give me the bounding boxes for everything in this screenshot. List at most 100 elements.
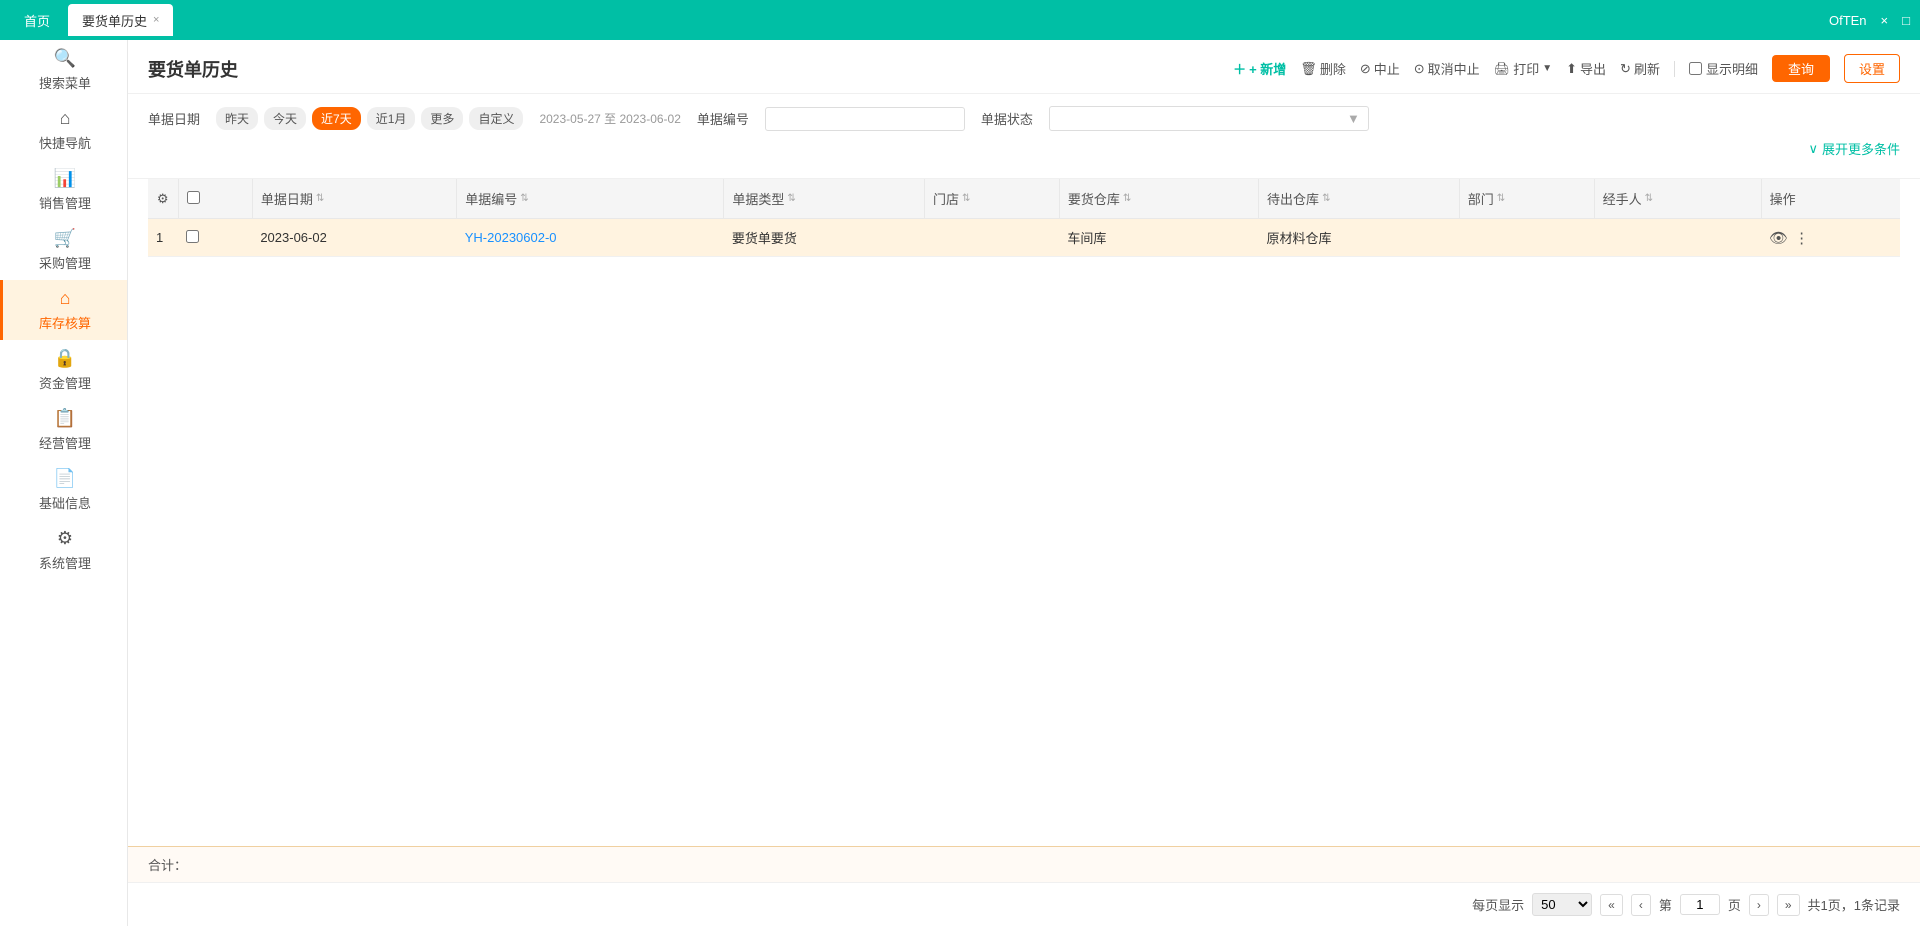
content-area: 要货单历史 ＋ + 新增 🗑 删除 ⊘ 中止 ⊙ 取消中止: [128, 40, 1920, 926]
cancel-stop-icon: ⊙: [1414, 61, 1425, 77]
row-edit-icon[interactable]: 👁: [1769, 229, 1788, 247]
per-page-select[interactable]: 50 100 200: [1532, 893, 1592, 916]
page-label-end: 页: [1728, 895, 1741, 914]
pagination-info: 共1页，1条记录: [1808, 895, 1900, 914]
first-page-btn[interactable]: «: [1600, 894, 1623, 916]
refresh-button[interactable]: ↻ 刷新: [1620, 59, 1660, 78]
add-button[interactable]: ＋ + 新增: [1233, 59, 1286, 78]
date-btn-more[interactable]: 更多: [421, 107, 463, 130]
sidebar: 🔍 搜索菜单 ⌂ 快捷导航 📊 销售管理 🛒 采购管理 ⌂ 库存核算 🔒 资金管…: [0, 40, 128, 926]
date-btn-today[interactable]: 今天: [264, 107, 306, 130]
th-actions: 操作: [1761, 179, 1900, 219]
sidebar-item-basic-info[interactable]: 📄 基础信息: [0, 460, 127, 520]
main-layout: 🔍 搜索菜单 ⌂ 快捷导航 📊 销售管理 🛒 采购管理 ⌂ 库存核算 🔒 资金管…: [0, 40, 1920, 926]
select-all-checkbox[interactable]: [187, 191, 200, 204]
settings-button[interactable]: 设置: [1844, 54, 1900, 83]
sidebar-item-search-menu[interactable]: 🔍 搜索菜单: [0, 40, 127, 100]
bill-no-input[interactable]: [765, 107, 965, 131]
date-btn-1month[interactable]: 近1月: [367, 107, 416, 130]
td-dept: [1459, 219, 1594, 257]
th-bill-type[interactable]: 单据类型⇅: [724, 179, 925, 219]
sidebar-item-finance-mgmt[interactable]: 🔒 资金管理: [0, 340, 127, 400]
td-actions: 👁 ⋮: [1761, 219, 1900, 257]
filter-bar: 单据日期 昨天 今天 近7天 近1月 更多 自定义 2023-05-27 至 2…: [128, 94, 1920, 179]
sidebar-item-sales-mgmt[interactable]: 📊 销售管理: [0, 160, 127, 220]
sidebar-item-inventory-calc[interactable]: ⌂ 库存核算: [0, 280, 127, 340]
export-button[interactable]: ⬆ 导出: [1566, 59, 1606, 78]
date-filter-btns: 昨天 今天 近7天 近1月 更多 自定义: [216, 107, 523, 130]
toolbar-separator: [1674, 61, 1675, 77]
sidebar-item-ops-mgmt[interactable]: 📋 经营管理: [0, 400, 127, 460]
th-settings[interactable]: ⚙: [148, 179, 178, 219]
show-detail-checkbox[interactable]: [1689, 62, 1702, 75]
sidebar-item-quick-nav[interactable]: ⌂ 快捷导航: [0, 100, 127, 160]
sidebar-item-label-quick-nav: 快捷导航: [39, 133, 91, 152]
expand-more-btn[interactable]: ∨ 展开更多条件: [1808, 139, 1900, 158]
th-date[interactable]: 单据日期⇅: [252, 179, 456, 219]
expand-more-icon: ∨: [1808, 141, 1818, 157]
td-req-warehouse: 车间库: [1059, 219, 1258, 257]
bill-no-label: 单据编号: [697, 109, 749, 128]
window-minimize-icon[interactable]: □: [1902, 13, 1910, 28]
date-btn-7days[interactable]: 近7天: [312, 107, 361, 130]
refresh-icon: ↻: [1620, 61, 1631, 77]
cancel-stop-button[interactable]: ⊙ 取消中止: [1414, 59, 1480, 78]
td-checkbox[interactable]: [178, 219, 252, 257]
print-button[interactable]: 🖨 打印 ▼: [1494, 59, 1552, 78]
date-btn-yesterday[interactable]: 昨天: [216, 107, 258, 130]
td-date: 2023-06-02: [252, 219, 456, 257]
delete-button[interactable]: 🗑 删除: [1300, 59, 1346, 78]
ops-mgmt-icon: 📋: [54, 408, 76, 429]
show-detail-checkbox-wrapper[interactable]: 显示明细: [1689, 59, 1758, 78]
th-dept[interactable]: 部门⇅: [1459, 179, 1594, 219]
quick-nav-icon: ⌂: [60, 108, 71, 129]
sidebar-item-label-finance-mgmt: 资金管理: [39, 373, 91, 392]
page-label: 第: [1659, 895, 1672, 914]
delete-icon: 🗑: [1300, 61, 1317, 77]
top-bar-right: OfTEn × □: [1829, 13, 1910, 28]
status-select-wrapper[interactable]: ▼: [1049, 106, 1369, 131]
home-tab[interactable]: 首页: [10, 4, 64, 36]
td-bill-type: 要货单要货: [724, 219, 925, 257]
stop-button[interactable]: ⊘ 中止: [1360, 59, 1400, 78]
sidebar-item-system-mgmt[interactable]: ⚙ 系统管理: [0, 520, 127, 580]
table-body: 1 2023-06-02 YH-20230602-0 要货单要货 车间库 原材料…: [148, 219, 1900, 257]
query-button[interactable]: 查询: [1772, 55, 1830, 82]
td-no: 1: [148, 219, 178, 257]
window-close-icon[interactable]: ×: [1881, 13, 1889, 28]
export-icon: ⬆: [1566, 61, 1577, 77]
date-range-display: 2023-05-27 至 2023-06-02: [539, 110, 680, 127]
page-input[interactable]: [1680, 894, 1720, 915]
active-tab-label: 要货单历史: [82, 11, 147, 30]
sales-mgmt-icon: 📊: [54, 168, 76, 189]
page-header: 要货单历史 ＋ + 新增 🗑 删除 ⊘ 中止 ⊙ 取消中止: [128, 40, 1920, 94]
th-wait-warehouse[interactable]: 待出仓库⇅: [1259, 179, 1460, 219]
next-page-btn[interactable]: ›: [1749, 894, 1769, 916]
pagination-bar: 每页显示 50 100 200 « ‹ 第 页 › » 共1页，1条记录: [128, 882, 1920, 926]
add-icon: ＋: [1233, 59, 1246, 78]
prev-page-btn[interactable]: ‹: [1631, 894, 1651, 916]
last-page-btn[interactable]: »: [1777, 894, 1800, 916]
sidebar-item-label-purchase-mgmt: 采购管理: [39, 253, 91, 272]
filter-row-2: ∨ 展开更多条件: [148, 139, 1900, 158]
td-store: [925, 219, 1060, 257]
filter-row-1: 单据日期 昨天 今天 近7天 近1月 更多 自定义 2023-05-27 至 2…: [148, 106, 1900, 131]
print-dropdown-icon: ▼: [1542, 63, 1552, 74]
active-tab[interactable]: 要货单历史 ×: [68, 4, 173, 36]
search-menu-icon: 🔍: [54, 48, 76, 69]
th-handler[interactable]: 经手人⇅: [1594, 179, 1761, 219]
date-btn-custom[interactable]: 自定义: [469, 107, 523, 130]
row-checkbox[interactable]: [186, 230, 199, 243]
th-checkbox[interactable]: [178, 179, 252, 219]
th-req-warehouse[interactable]: 要货仓库⇅: [1059, 179, 1258, 219]
sidebar-item-label-inventory-calc: 库存核算: [39, 313, 91, 332]
sidebar-item-label-basic-info: 基础信息: [39, 493, 91, 512]
th-bill-no[interactable]: 单据编号⇅: [457, 179, 724, 219]
sidebar-item-purchase-mgmt[interactable]: 🛒 采购管理: [0, 220, 127, 280]
summary-label: 合计：: [148, 858, 187, 873]
td-handler: [1594, 219, 1761, 257]
th-store[interactable]: 门店⇅: [925, 179, 1060, 219]
row-more-icon[interactable]: ⋮: [1794, 229, 1809, 247]
tab-close-icon[interactable]: ×: [153, 14, 159, 26]
td-bill-no[interactable]: YH-20230602-0: [457, 219, 724, 257]
